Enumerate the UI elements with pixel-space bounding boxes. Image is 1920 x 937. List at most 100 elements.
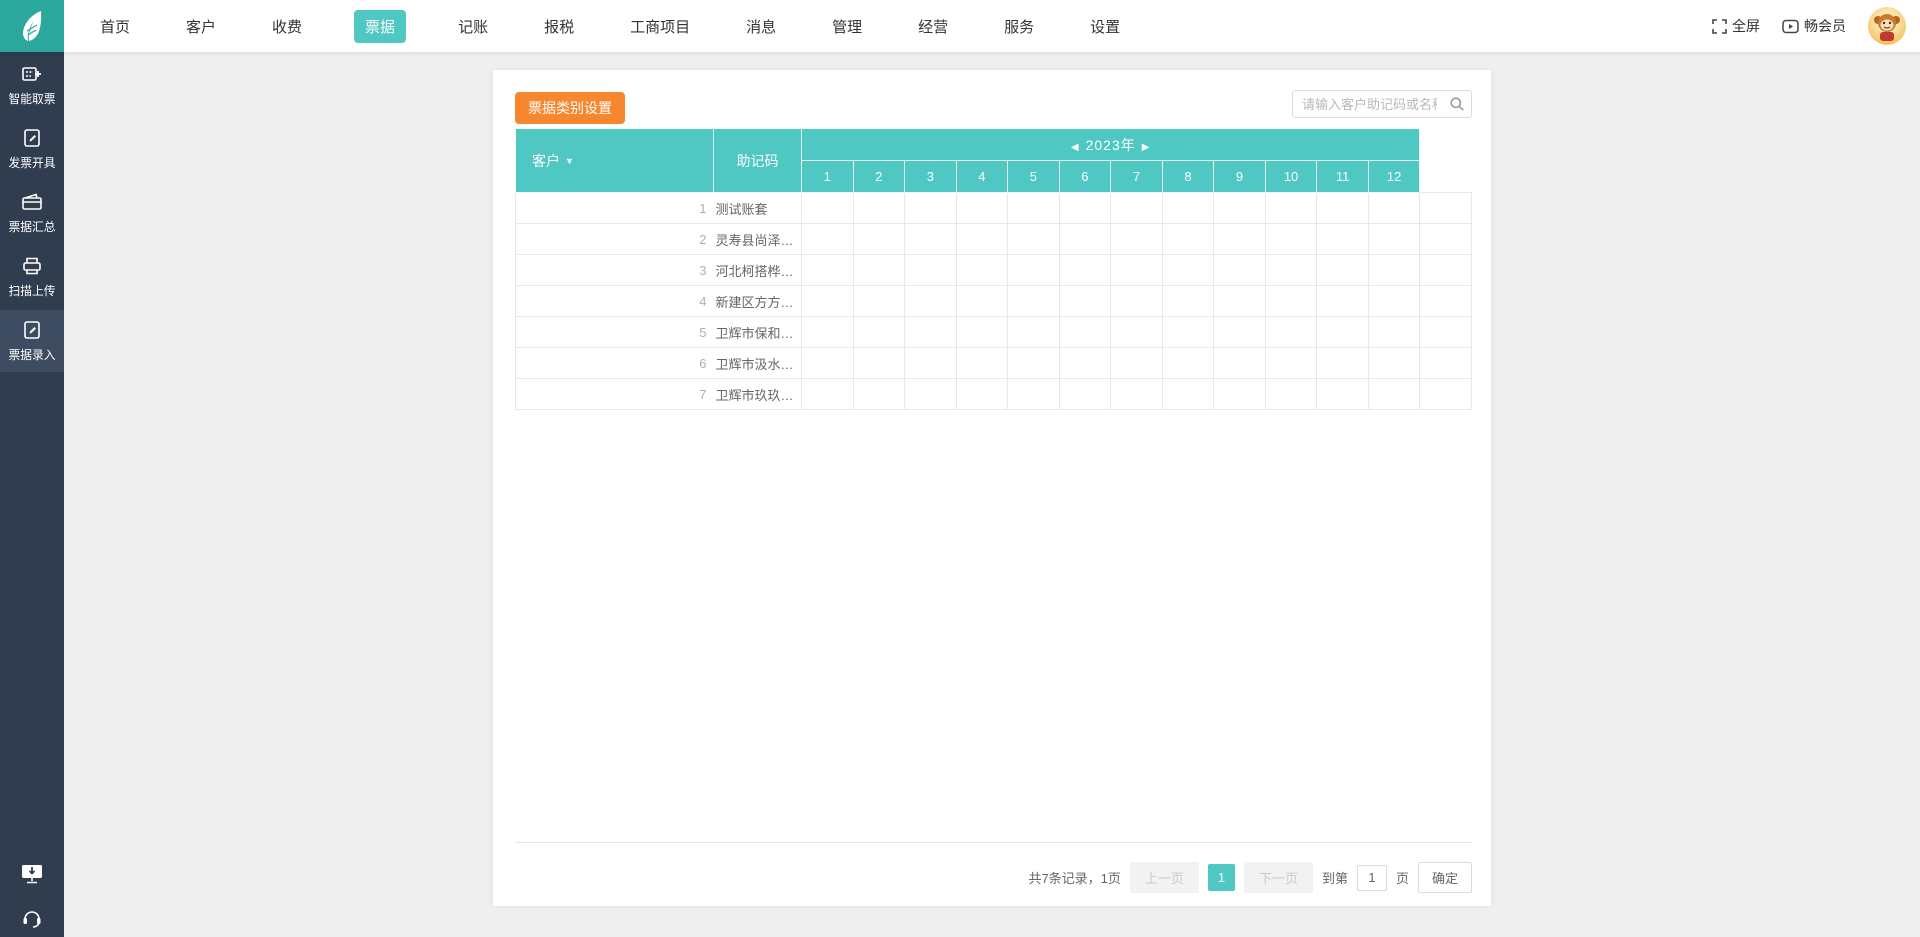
- month-cell[interactable]: [1008, 193, 1060, 224]
- customer-name-cell[interactable]: 灵寿县尚泽矿产品有限公司: [714, 224, 802, 255]
- prev-page-button[interactable]: 上一页: [1130, 862, 1199, 893]
- month-cell[interactable]: [1420, 224, 1472, 255]
- month-cell[interactable]: [956, 379, 1008, 410]
- nav-item-fees[interactable]: 收费: [268, 10, 306, 43]
- month-cell[interactable]: [956, 255, 1008, 286]
- customer-name-cell[interactable]: 卫辉市保和堂医药有限公司击磬...: [714, 317, 802, 348]
- month-cell[interactable]: [1111, 317, 1163, 348]
- month-cell[interactable]: [1368, 286, 1420, 317]
- month-cell[interactable]: [1059, 379, 1111, 410]
- month-cell[interactable]: [956, 348, 1008, 379]
- avatar[interactable]: [1868, 7, 1906, 45]
- month-cell[interactable]: [1162, 348, 1214, 379]
- next-page-button[interactable]: 下一页: [1244, 862, 1313, 893]
- month-cell[interactable]: [1059, 255, 1111, 286]
- month-cell[interactable]: [1111, 255, 1163, 286]
- month-cell[interactable]: [1162, 193, 1214, 224]
- nav-item-bookkeeping[interactable]: 记账: [454, 10, 492, 43]
- mnemonic-cell[interactable]: [802, 255, 854, 286]
- month-cell[interactable]: [1265, 224, 1317, 255]
- month-cell[interactable]: [1420, 193, 1472, 224]
- month-cell[interactable]: [1420, 286, 1472, 317]
- sort-caret-icon[interactable]: ▼: [565, 156, 574, 166]
- month-cell[interactable]: [1214, 317, 1266, 348]
- month-cell[interactable]: [853, 379, 905, 410]
- month-cell[interactable]: [1265, 379, 1317, 410]
- customer-service-icon[interactable]: [21, 907, 43, 929]
- month-cell[interactable]: [853, 224, 905, 255]
- month-cell[interactable]: [1368, 317, 1420, 348]
- month-cell[interactable]: [1214, 348, 1266, 379]
- mnemonic-cell[interactable]: [802, 224, 854, 255]
- nav-item-tax[interactable]: 报税: [540, 10, 578, 43]
- month-cell[interactable]: [1368, 193, 1420, 224]
- fullscreen-button[interactable]: 全屏: [1712, 16, 1760, 36]
- month-cell[interactable]: [853, 317, 905, 348]
- month-cell[interactable]: [1317, 193, 1369, 224]
- customer-column-header[interactable]: 客户▼: [516, 129, 714, 193]
- goto-page-input[interactable]: [1357, 865, 1387, 891]
- month-cell[interactable]: [905, 286, 957, 317]
- month-cell[interactable]: [1420, 255, 1472, 286]
- month-cell[interactable]: [1317, 317, 1369, 348]
- month-cell[interactable]: [1008, 255, 1060, 286]
- customer-name-cell[interactable]: 卫辉市玖玖肆合医药有限公司: [714, 379, 802, 410]
- nav-item-home[interactable]: 首页: [96, 10, 134, 43]
- sidebar-item-scan-upload[interactable]: 扫描上传: [0, 246, 64, 308]
- month-cell[interactable]: [905, 224, 957, 255]
- month-cell[interactable]: [1111, 348, 1163, 379]
- nav-item-tickets[interactable]: 票据: [354, 10, 406, 43]
- month-cell[interactable]: [1008, 379, 1060, 410]
- month-cell[interactable]: [1214, 379, 1266, 410]
- month-cell[interactable]: [1111, 224, 1163, 255]
- month-cell[interactable]: [1059, 193, 1111, 224]
- year-prev-icon[interactable]: ◀: [1071, 142, 1080, 153]
- month-cell[interactable]: [853, 348, 905, 379]
- month-cell[interactable]: [956, 193, 1008, 224]
- mnemonic-cell[interactable]: [802, 317, 854, 348]
- month-cell[interactable]: [905, 348, 957, 379]
- member-button[interactable]: 畅会员: [1782, 16, 1846, 36]
- customer-name-cell[interactable]: 新建区方方文具店: [714, 286, 802, 317]
- nav-item-settings[interactable]: 设置: [1086, 10, 1124, 43]
- month-cell[interactable]: [956, 286, 1008, 317]
- ticket-category-settings-button[interactable]: 票据类别设置: [515, 92, 625, 124]
- month-cell[interactable]: [1317, 348, 1369, 379]
- month-cell[interactable]: [1008, 224, 1060, 255]
- client-download-icon[interactable]: [20, 863, 44, 885]
- nav-item-operations[interactable]: 经营: [914, 10, 952, 43]
- customer-name-cell[interactable]: 卫辉市汲水镇下园闻香阁苗木种...: [714, 348, 802, 379]
- month-cell[interactable]: [1368, 348, 1420, 379]
- month-cell[interactable]: [1059, 348, 1111, 379]
- current-page-button[interactable]: 1: [1208, 864, 1235, 891]
- month-cell[interactable]: [1008, 286, 1060, 317]
- month-cell[interactable]: [1059, 286, 1111, 317]
- month-cell[interactable]: [1317, 255, 1369, 286]
- month-cell[interactable]: [1008, 348, 1060, 379]
- customer-search-input[interactable]: [1293, 97, 1443, 112]
- month-cell[interactable]: [1162, 286, 1214, 317]
- month-cell[interactable]: [1317, 224, 1369, 255]
- month-cell[interactable]: [1368, 224, 1420, 255]
- month-cell[interactable]: [1265, 348, 1317, 379]
- month-cell[interactable]: [905, 379, 957, 410]
- month-cell[interactable]: [1420, 348, 1472, 379]
- month-cell[interactable]: [1368, 255, 1420, 286]
- nav-item-customers[interactable]: 客户: [182, 10, 220, 43]
- month-cell[interactable]: [1420, 379, 1472, 410]
- mnemonic-cell[interactable]: [802, 379, 854, 410]
- nav-item-messages[interactable]: 消息: [742, 10, 780, 43]
- month-cell[interactable]: [1317, 379, 1369, 410]
- month-cell[interactable]: [905, 317, 957, 348]
- search-icon[interactable]: [1443, 91, 1471, 117]
- month-cell[interactable]: [1214, 255, 1266, 286]
- month-cell[interactable]: [1214, 193, 1266, 224]
- month-cell[interactable]: [1420, 317, 1472, 348]
- customer-name-cell[interactable]: 测试账套: [714, 193, 802, 224]
- nav-item-services[interactable]: 服务: [1000, 10, 1038, 43]
- month-cell[interactable]: [1317, 286, 1369, 317]
- month-cell[interactable]: [1265, 193, 1317, 224]
- month-cell[interactable]: [853, 255, 905, 286]
- month-cell[interactable]: [905, 193, 957, 224]
- month-cell[interactable]: [1008, 317, 1060, 348]
